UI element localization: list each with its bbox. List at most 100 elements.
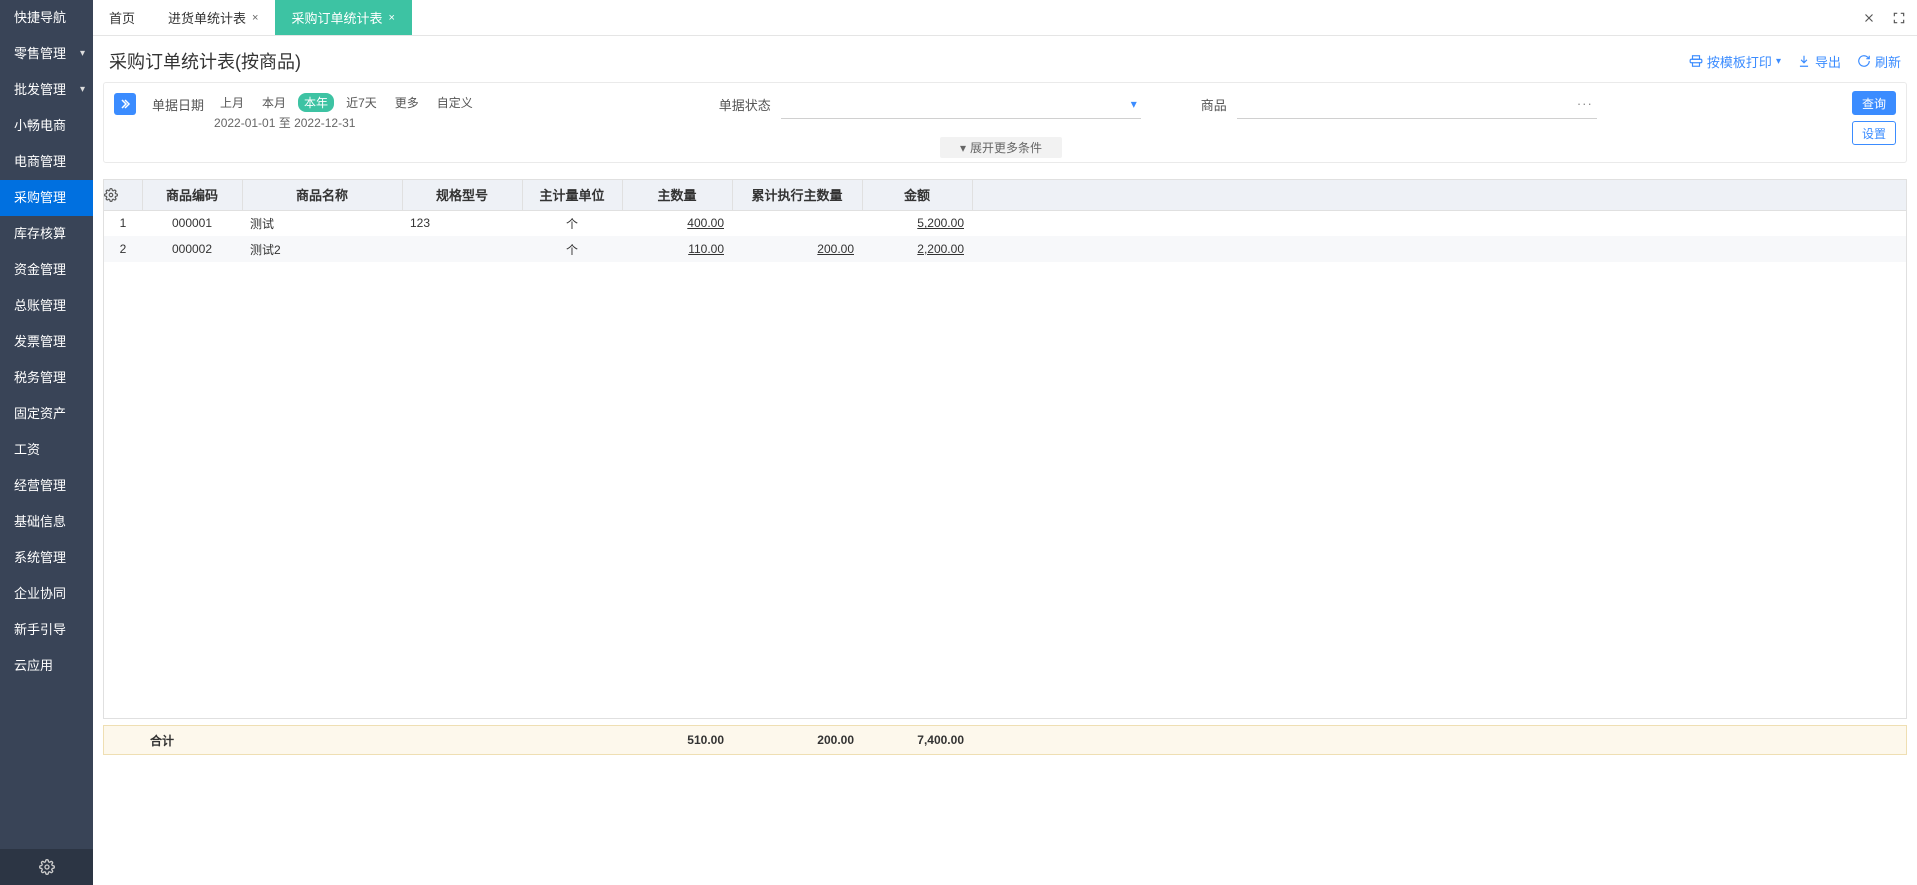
more-icon[interactable]: ··· [1577, 96, 1593, 111]
cell [972, 236, 1906, 262]
tab-label: 采购订单统计表 [291, 8, 382, 27]
cell: 123 [402, 210, 522, 236]
print-action[interactable]: 按模板打印 ▾ [1689, 52, 1781, 71]
date-shortcut-1[interactable]: 本月 [256, 93, 292, 112]
totals-blank [104, 726, 142, 754]
sidebar-item-label: 新手引导 [14, 612, 66, 648]
caret-down-icon: ▾ [80, 36, 85, 72]
filter-collapse-toggle[interactable] [114, 93, 136, 115]
query-button[interactable]: 查询 [1852, 91, 1896, 115]
sidebar-item-label: 工资 [14, 432, 40, 468]
th-unit[interactable]: 主计量单位 [522, 180, 622, 210]
sidebar-settings[interactable] [0, 849, 93, 885]
gear-column-header[interactable] [104, 180, 142, 210]
tab-1[interactable]: 进货单统计表× [152, 0, 275, 35]
tab-0[interactable]: 首页 [93, 0, 152, 35]
product-input[interactable]: ··· [1237, 93, 1597, 119]
date-shortcut-4[interactable]: 更多 [389, 93, 425, 112]
sidebar-item-label: 资金管理 [14, 252, 66, 288]
sidebar-item-13[interactable]: 经营管理 [0, 468, 93, 504]
cell [402, 236, 522, 262]
expand-conditions[interactable]: ▾展开更多条件 [940, 137, 1062, 158]
sidebar-item-label: 经营管理 [14, 468, 66, 504]
link[interactable]: 2,200.00 [917, 242, 964, 256]
page-title: 采购订单统计表(按商品) [109, 48, 301, 74]
sidebar-item-16[interactable]: 企业协同 [0, 576, 93, 612]
status-select[interactable]: ▾ [781, 93, 1141, 119]
link[interactable]: 400.00 [687, 216, 724, 230]
th-code[interactable]: 商品编码 [142, 180, 242, 210]
date-shortcut-5[interactable]: 自定义 [431, 93, 479, 112]
sidebar-item-label: 批发管理 [14, 72, 66, 108]
filter-product-label: 商品 [1201, 93, 1227, 114]
sidebar-item-11[interactable]: 固定资产 [0, 396, 93, 432]
expand-bar: ▾展开更多条件 [152, 131, 1850, 162]
filter-area: 单据日期 上月本月本年近7天更多自定义 2022-01-01 至 2022-12… [103, 82, 1907, 163]
sidebar-item-label: 固定资产 [14, 396, 66, 432]
sidebar-item-14[interactable]: 基础信息 [0, 504, 93, 540]
sidebar-item-3[interactable]: 小畅电商 [0, 108, 93, 144]
close-tab-icon[interactable] [1859, 8, 1879, 28]
cell: 110.00 [622, 236, 732, 262]
chevron-down-icon: ▾ [960, 141, 966, 155]
cell: 测试 [242, 210, 402, 236]
export-icon [1797, 54, 1811, 68]
sidebar-items: 快捷导航零售管理▾批发管理▾小畅电商电商管理采购管理库存核算资金管理总账管理发票… [0, 0, 93, 849]
date-shortcut-0[interactable]: 上月 [214, 93, 250, 112]
cell: 测试2 [242, 236, 402, 262]
link[interactable]: 200.00 [817, 242, 854, 256]
export-action[interactable]: 导出 [1797, 52, 1841, 71]
refresh-action[interactable]: 刷新 [1857, 52, 1901, 71]
sidebar-item-label: 快捷导航 [14, 0, 66, 36]
sidebar-item-17[interactable]: 新手引导 [0, 612, 93, 648]
chevron-right-icon [119, 98, 131, 110]
sidebar-item-10[interactable]: 税务管理 [0, 360, 93, 396]
link[interactable]: 5,200.00 [917, 216, 964, 230]
close-icon[interactable]: × [252, 12, 258, 24]
settings-button[interactable]: 设置 [1852, 121, 1896, 145]
link[interactable]: 110.00 [688, 242, 724, 256]
table-row[interactable]: 1000001测试123个400.005,200.00 [104, 210, 1906, 236]
cell: 1 [104, 210, 142, 236]
cell: 400.00 [622, 210, 732, 236]
sidebar-item-2[interactable]: 批发管理▾ [0, 72, 93, 108]
date-range: 2022-01-01 至 2022-12-31 [214, 114, 479, 131]
sidebar: 快捷导航零售管理▾批发管理▾小畅电商电商管理采购管理库存核算资金管理总账管理发票… [0, 0, 93, 885]
filter-row: 单据日期 上月本月本年近7天更多自定义 2022-01-01 至 2022-12… [152, 93, 1850, 131]
sidebar-item-18[interactable]: 云应用 [0, 648, 93, 684]
sidebar-item-9[interactable]: 发票管理 [0, 324, 93, 360]
tab-2[interactable]: 采购订单统计表 × [275, 0, 411, 35]
sidebar-item-1[interactable]: 零售管理▾ [0, 36, 93, 72]
sidebar-item-label: 云应用 [14, 648, 53, 684]
th-name[interactable]: 商品名称 [242, 180, 402, 210]
sidebar-item-15[interactable]: 系统管理 [0, 540, 93, 576]
cell: 个 [522, 210, 622, 236]
th-qty[interactable]: 主数量 [622, 180, 732, 210]
sidebar-item-8[interactable]: 总账管理 [0, 288, 93, 324]
cell: 2,200.00 [862, 236, 972, 262]
print-label: 按模板打印 [1707, 52, 1772, 71]
totals-label: 合计 [142, 726, 242, 754]
sidebar-item-12[interactable]: 工资 [0, 432, 93, 468]
date-shortcut-2[interactable]: 本年 [298, 93, 334, 112]
th-amount[interactable]: 金额 [862, 180, 972, 210]
sidebar-item-0[interactable]: 快捷导航 [0, 0, 93, 36]
table-row[interactable]: 2000002测试2个110.00200.002,200.00 [104, 236, 1906, 262]
filter-status-group: 单据状态 ▾ [719, 93, 1141, 119]
sidebar-item-5[interactable]: 采购管理 [0, 180, 93, 216]
sidebar-item-label: 基础信息 [14, 504, 66, 540]
filter-product-group: 商品 ··· [1201, 93, 1597, 119]
date-shortcut-3[interactable]: 近7天 [340, 93, 383, 112]
sidebar-item-label: 总账管理 [14, 288, 66, 324]
sidebar-item-label: 税务管理 [14, 360, 66, 396]
th-spec[interactable]: 规格型号 [402, 180, 522, 210]
sidebar-item-label: 小畅电商 [14, 108, 66, 144]
sidebar-item-6[interactable]: 库存核算 [0, 216, 93, 252]
th-exec[interactable]: 累计执行主数量 [732, 180, 862, 210]
sidebar-item-7[interactable]: 资金管理 [0, 252, 93, 288]
fullscreen-icon[interactable] [1889, 8, 1909, 28]
date-controls: 上月本月本年近7天更多自定义 2022-01-01 至 2022-12-31 [214, 93, 479, 131]
close-icon[interactable]: × [388, 12, 394, 24]
sidebar-item-label: 系统管理 [14, 540, 66, 576]
sidebar-item-4[interactable]: 电商管理 [0, 144, 93, 180]
